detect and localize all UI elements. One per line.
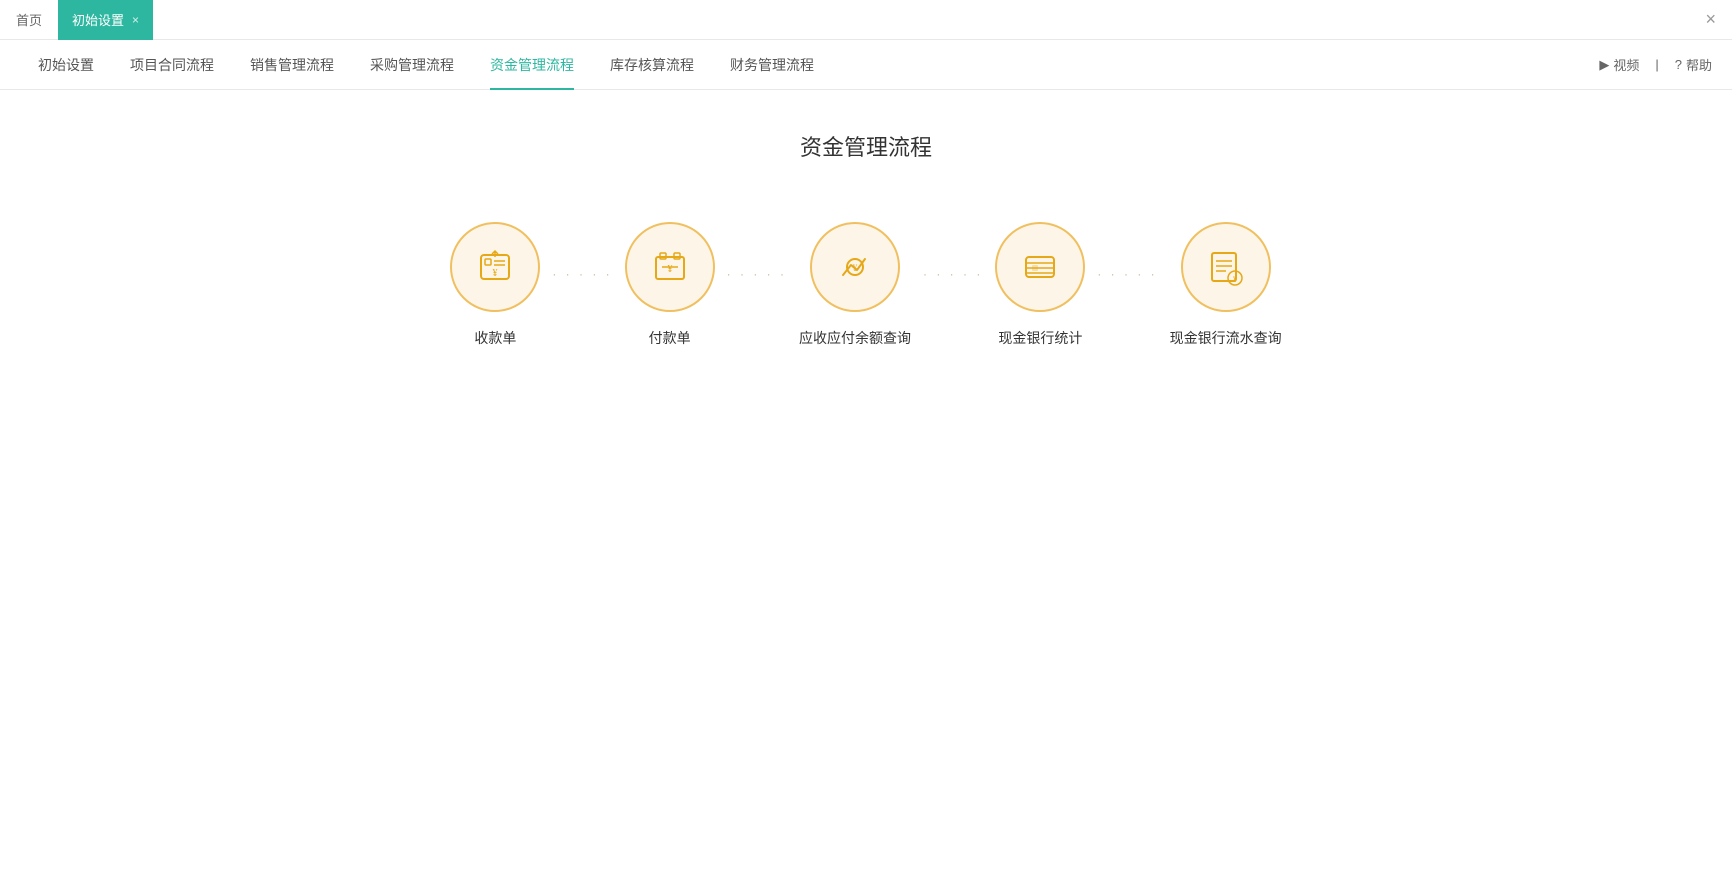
bank-label: 现金银行统计 xyxy=(998,328,1082,348)
divider: | xyxy=(1655,57,1658,72)
nav-right: ▶ 视频 | ? 帮助 xyxy=(1599,55,1712,74)
nav-bar: 初始设置 项目合同流程 销售管理流程 采购管理流程 资金管理流程 库存核算流程 … xyxy=(0,40,1732,90)
top-bar-right: × xyxy=(1705,9,1732,30)
svg-text:¥: ¥ xyxy=(853,263,858,273)
nav-item-caiwuguanli[interactable]: 财务管理流程 xyxy=(712,40,832,90)
fukuandan-label: 付款单 xyxy=(649,328,691,348)
flow-row: ¥ 收款单 · · · · · ¥ 付款单 xyxy=(20,222,1712,348)
flow-item-balance[interactable]: ¥ 应收应付余额查询 xyxy=(799,222,911,348)
nav-item-chushishezhi[interactable]: 初始设置 xyxy=(20,40,112,90)
fukuandan-icon: ¥ xyxy=(648,245,692,289)
statement-icon: ¥ xyxy=(1204,245,1248,289)
nav-item-xiaoshouguanli[interactable]: 销售管理流程 xyxy=(232,40,352,90)
connector-4: · · · · · xyxy=(1085,267,1169,281)
balance-label: 应收应付余额查询 xyxy=(799,328,911,348)
nav-item-zijinguanli[interactable]: 资金管理流程 xyxy=(472,40,592,90)
help-label: 帮助 xyxy=(1686,55,1712,74)
nav-item-xiangmuhetong[interactable]: 项目合同流程 xyxy=(112,40,232,90)
home-link[interactable]: 首页 xyxy=(0,10,58,29)
fukuandan-icon-circle: ¥ xyxy=(625,222,715,312)
statement-label: 现金银行流水查询 xyxy=(1170,328,1282,348)
svg-text:¥: ¥ xyxy=(667,264,672,275)
connector-2: · · · · · xyxy=(715,267,799,281)
main-content: 资金管理流程 ¥ 收款单 · · · · · xyxy=(0,90,1732,388)
flow-item-statement[interactable]: ¥ 现金银行流水查询 xyxy=(1170,222,1282,348)
bank-icon-circle xyxy=(995,222,1085,312)
shoukuandan-icon: ¥ xyxy=(473,245,517,289)
balance-icon-circle: ¥ xyxy=(810,222,900,312)
question-icon: ? xyxy=(1675,57,1682,72)
shoukuandan-icon-circle: ¥ xyxy=(450,222,540,312)
help-link[interactable]: ? 帮助 xyxy=(1675,55,1712,74)
play-icon: ▶ xyxy=(1599,57,1609,73)
connector-1: · · · · · xyxy=(540,267,624,281)
statement-icon-circle: ¥ xyxy=(1181,222,1271,312)
active-tab[interactable]: 初始设置 × xyxy=(58,0,153,40)
bank-icon xyxy=(1018,245,1062,289)
close-window-button[interactable]: × xyxy=(1705,9,1716,30)
page-title: 资金管理流程 xyxy=(20,130,1712,162)
video-label: 视频 xyxy=(1613,55,1639,74)
top-bar: 首页 初始设置 × × xyxy=(0,0,1732,40)
flow-item-fukuandan[interactable]: ¥ 付款单 xyxy=(625,222,715,348)
svg-text:¥: ¥ xyxy=(493,268,498,279)
nav-item-kucunhesuan[interactable]: 库存核算流程 xyxy=(592,40,712,90)
video-link[interactable]: ▶ 视频 xyxy=(1599,55,1639,74)
balance-icon: ¥ xyxy=(833,245,877,289)
connector-3: · · · · · xyxy=(911,267,995,281)
shoukuandan-label: 收款单 xyxy=(474,328,516,348)
flow-item-shoukuandan[interactable]: ¥ 收款单 xyxy=(450,222,540,348)
flow-item-bank[interactable]: 现金银行统计 xyxy=(995,222,1085,348)
nav-item-caigouguanli[interactable]: 采购管理流程 xyxy=(352,40,472,90)
close-tab-button[interactable]: × xyxy=(132,13,139,27)
active-tab-label: 初始设置 xyxy=(72,10,124,29)
svg-text:¥: ¥ xyxy=(1233,275,1237,284)
